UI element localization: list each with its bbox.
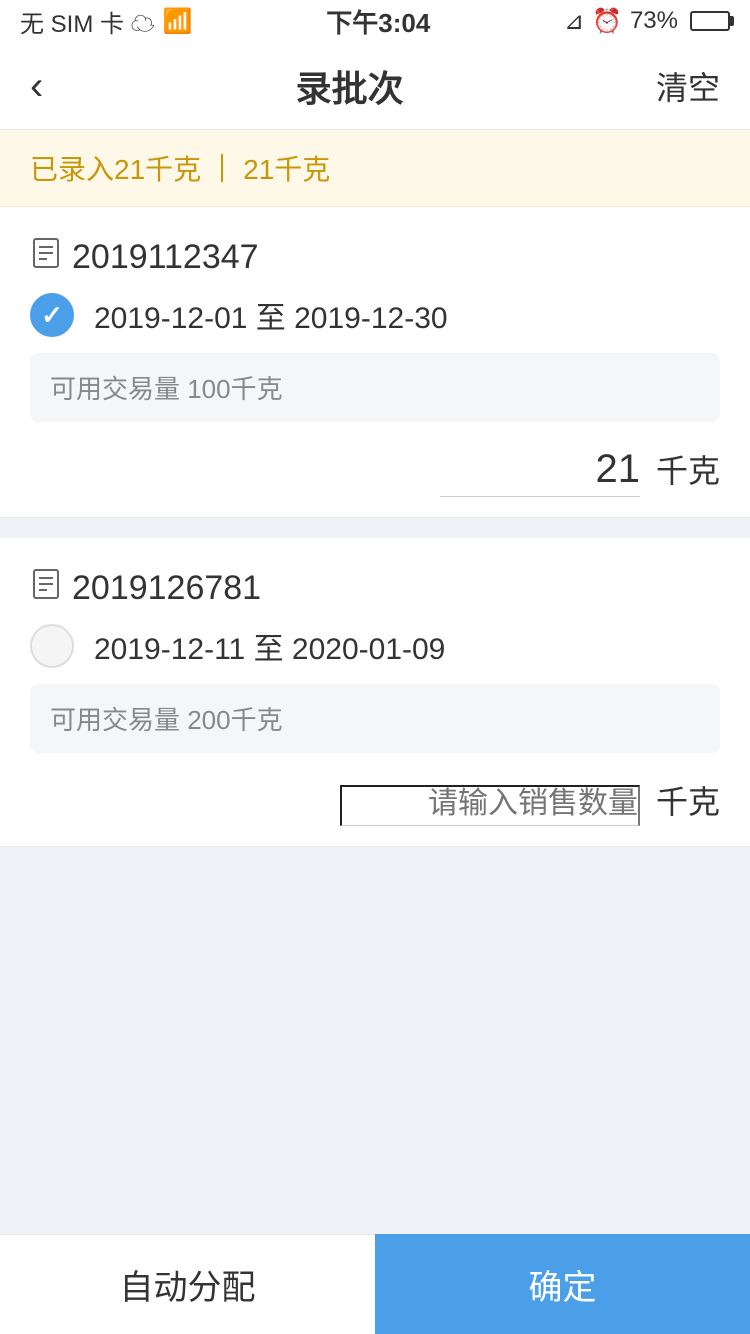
card1-unit: 千克 bbox=[656, 446, 720, 492]
card1-quantity-input[interactable] bbox=[440, 447, 640, 497]
card2-radio[interactable] bbox=[30, 624, 74, 668]
nav-bar: ‹ 录批次 清空 bbox=[0, 42, 750, 130]
card1-header: 2019112347 bbox=[30, 237, 720, 277]
card2-id: 2019126781 bbox=[72, 569, 261, 608]
card1-quantity-row: 千克 bbox=[0, 422, 750, 518]
card1-date-row[interactable]: 2019-12-01 至 2019-12-30 bbox=[30, 293, 720, 337]
info-value: 21千克 bbox=[243, 148, 330, 188]
status-right: ⊿ ⏰ 73% bbox=[564, 7, 730, 36]
auto-distribute-button[interactable]: 自动分配 bbox=[0, 1234, 375, 1334]
batch-card-2: 2019126781 2019-12-11 至 2020-01-09 可用交易量… bbox=[0, 538, 750, 753]
wifi-icon: 📶 bbox=[163, 7, 193, 36]
no-sim-text: 无 SIM 卡 ☁ bbox=[20, 4, 155, 39]
confirm-button[interactable]: 确定 bbox=[375, 1234, 750, 1334]
page-title: 录批次 bbox=[296, 60, 404, 112]
card1-radio[interactable] bbox=[30, 293, 74, 337]
status-time: 下午3:04 bbox=[326, 3, 430, 40]
card1-date: 2019-12-01 至 2019-12-30 bbox=[94, 293, 448, 337]
bottom-bar: 自动分配 确定 bbox=[0, 1234, 750, 1334]
card1-available: 可用交易量 100千克 bbox=[30, 353, 720, 422]
card2-icon bbox=[30, 568, 62, 608]
battery-icon bbox=[690, 11, 730, 31]
card2-available: 可用交易量 200千克 bbox=[30, 684, 720, 753]
card2-date-row[interactable]: 2019-12-11 至 2020-01-09 bbox=[30, 624, 720, 668]
back-button[interactable]: ‹ bbox=[30, 66, 43, 106]
alarm-icon: ⏰ bbox=[592, 7, 622, 36]
card2-quantity-row: 千克 bbox=[0, 753, 750, 847]
batch-card-1: 2019112347 2019-12-01 至 2019-12-30 可用交易量… bbox=[0, 207, 750, 422]
status-bar: 无 SIM 卡 ☁ 📶 下午3:04 ⊿ ⏰ 73% bbox=[0, 0, 750, 42]
card2-unit: 千克 bbox=[656, 777, 720, 823]
status-left: 无 SIM 卡 ☁ 📶 bbox=[20, 4, 193, 39]
card2-quantity-input[interactable] bbox=[340, 785, 640, 826]
card2-date: 2019-12-11 至 2020-01-09 bbox=[94, 624, 445, 668]
info-divider bbox=[221, 154, 223, 182]
info-recorded-label: 已录入21千克 bbox=[30, 148, 201, 188]
card1-id: 2019112347 bbox=[72, 238, 259, 277]
card2-header: 2019126781 bbox=[30, 568, 720, 608]
battery-text: 73% bbox=[630, 7, 678, 35]
section-gap bbox=[0, 518, 750, 538]
location-icon: ⊿ bbox=[564, 7, 584, 36]
page: 无 SIM 卡 ☁ 📶 下午3:04 ⊿ ⏰ 73% ‹ 录批次 清空 已录入2… bbox=[0, 0, 750, 1334]
card1-icon bbox=[30, 237, 62, 277]
info-bar: 已录入21千克 21千克 bbox=[0, 130, 750, 207]
clear-button[interactable]: 清空 bbox=[656, 63, 720, 109]
